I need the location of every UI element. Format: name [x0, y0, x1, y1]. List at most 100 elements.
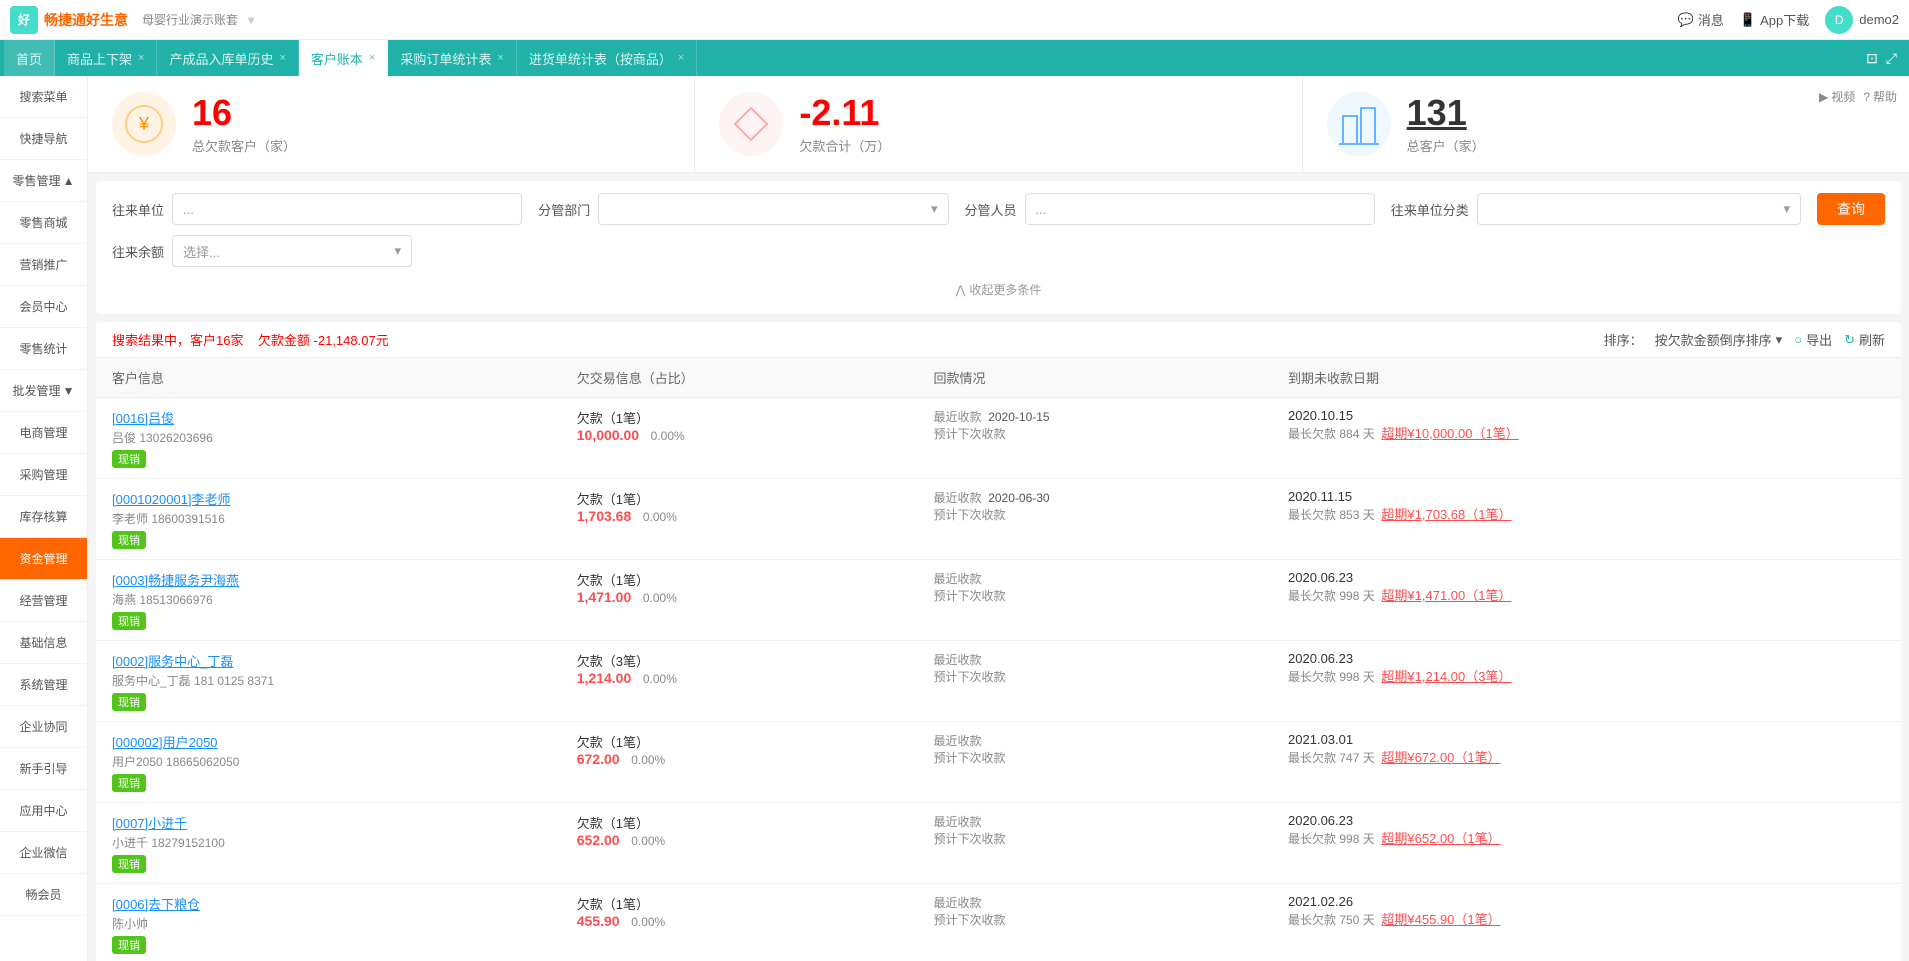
due-date-cell: 2020.11.15 最长欠款 853 天 超期¥1,703.68（1笔） [1272, 479, 1901, 560]
collapse-button[interactable]: ⋀ 收起更多条件 [112, 277, 1885, 302]
sidebar-item-vip-member[interactable]: 畅会员 [0, 874, 87, 916]
debt-percent: 0.00% [651, 429, 685, 443]
customer-name-link[interactable]: [0001020001]李老师 [112, 489, 545, 508]
stat-label-debt-total: 欠款合计（万） [799, 136, 890, 155]
overdue-link[interactable]: 超期¥1,471.00（1笔） [1381, 588, 1511, 603]
tab-home[interactable]: 首页 [4, 40, 55, 76]
sidebar-item-system[interactable]: 系统管理 [0, 664, 87, 706]
debt-amount-row: 1,471.00 0.00% [577, 589, 902, 605]
from-unit-input[interactable]: ... [172, 193, 522, 225]
sidebar-item-batch-mgmt[interactable]: 批发管理 ▼ [0, 370, 87, 412]
sidebar: 搜索菜单 快捷导航 零售管理 ▲ 零售商城 营销推广 会员中心 零售统计 批发管… [0, 76, 88, 961]
sort-button[interactable]: 按欠款金额倒序排序 ▾ [1655, 330, 1783, 349]
app-download-btn[interactable]: 📱 App下载 [1740, 10, 1809, 29]
sidebar-item-inventory[interactable]: 库存核算 [0, 496, 87, 538]
tab-customer-account[interactable]: 客户账本 × [299, 40, 388, 76]
last-collect: 最近收款 2020-06-30 [934, 489, 1257, 506]
close-icon[interactable]: × [138, 52, 144, 64]
table-row: [0001020001]李老师 李老师 18600391516 现销 欠款（1笔… [96, 479, 1901, 560]
close-icon[interactable]: × [678, 52, 684, 64]
person-input[interactable]: ... [1025, 193, 1375, 225]
col-customer-info: 客户信息 [96, 358, 561, 398]
balance-placeholder: 选择... [183, 242, 220, 261]
sidebar-item-marketing[interactable]: 营销推广 [0, 244, 87, 286]
stat-label-total-customers: 总客户（家） [1407, 136, 1485, 155]
data-table: 客户信息 欠交易信息（占比） 回款情况 到期未收款日期 [0016]吕俊 吕俊 … [96, 358, 1901, 961]
customer-name-link[interactable]: [0016]吕俊 [112, 408, 545, 427]
sidebar-item-retail-mgmt[interactable]: 零售管理 ▲ [0, 160, 87, 202]
debt-info-cell: 欠款（1笔） 1,471.00 0.00% [561, 560, 918, 641]
sidebar-item-ecommerce[interactable]: 电商管理 [0, 412, 87, 454]
person-dots: ... [1036, 202, 1047, 217]
balance-select[interactable]: 选择... ▾ [172, 235, 412, 267]
maximize-icon[interactable]: ⤢ [1886, 50, 1897, 67]
close-icon[interactable]: × [369, 52, 375, 64]
last-collect: 最近收款 2020-10-15 [934, 408, 1257, 425]
tab-purchase-order[interactable]: 采购订单统计表 × [388, 40, 516, 76]
next-collect: 预计下次收款 [934, 668, 1257, 685]
sidebar-item-quick-nav[interactable]: 快捷导航 [0, 118, 87, 160]
customer-info-cell: [0007]小进千 小进千 18279152100 现销 [96, 803, 561, 884]
avatar: D [1825, 6, 1853, 34]
stat-info-debt-total: -2.11 欠款合计（万） [799, 93, 890, 156]
overdue-link[interactable]: 超期¥455.90（1笔） [1381, 912, 1500, 927]
customer-name-link[interactable]: [0003]畅捷服务尹海燕 [112, 570, 545, 589]
overdue-link[interactable]: 超期¥10,000.00（1笔） [1381, 426, 1518, 441]
dept-select[interactable]: ▾ [598, 193, 948, 225]
customer-name-link[interactable]: [0006]去下粮仓 [112, 894, 545, 913]
tab-product-history[interactable]: 产成品入库单历史 × [157, 40, 298, 76]
overdue-link[interactable]: 超期¥652.00（1笔） [1381, 831, 1500, 846]
dropdown-icon[interactable]: ▾ [248, 13, 254, 27]
sidebar-item-retail-stats[interactable]: 零售统计 [0, 328, 87, 370]
close-icon[interactable]: × [497, 52, 503, 64]
customer-contact: 吕俊 13026203696 [112, 429, 545, 446]
tab-bar-actions: ⊡ ⤢ [1866, 50, 1905, 67]
help-btn[interactable]: ? 帮助 [1863, 88, 1897, 105]
due-date-cell: 2020.06.23 最长欠款 998 天 超期¥1,471.00（1笔） [1272, 560, 1901, 641]
summary-debt-amount: 欠款金额 -21,148.07元 [258, 333, 389, 348]
export-button[interactable]: ○ 导出 [1794, 330, 1832, 349]
message-btn[interactable]: 💬 消息 [1678, 10, 1724, 29]
sidebar-item-operations[interactable]: 经营管理 [0, 580, 87, 622]
sidebar-item-app-center[interactable]: 应用中心 [0, 790, 87, 832]
top-bar-right: 💬 消息 📱 App下载 D demo2 [1678, 6, 1899, 34]
sidebar-item-retail-store[interactable]: 零售商城 [0, 202, 87, 244]
refresh-button[interactable]: ↻ 刷新 [1844, 330, 1885, 349]
sidebar-item-basic-info[interactable]: 基础信息 [0, 622, 87, 664]
debt-info-cell: 欠款（1笔） 1,703.68 0.00% [561, 479, 918, 560]
overdue-link[interactable]: 超期¥1,703.68（1笔） [1381, 507, 1511, 522]
due-date: 2021.02.26 [1288, 894, 1885, 909]
last-collect: 最近收款 [934, 570, 1257, 587]
customer-contact: 服务中心_丁磊 181 0125 8371 [112, 672, 545, 689]
customer-name-link[interactable]: [0007]小进千 [112, 813, 545, 832]
close-icon[interactable]: × [279, 52, 285, 64]
unit-category-select[interactable]: ▾ [1477, 193, 1801, 225]
last-collect: 最近收款 [934, 732, 1257, 749]
search-button[interactable]: 查询 [1817, 193, 1885, 225]
customer-contact: 李老师 18600391516 [112, 510, 545, 527]
stat-icon-building [1327, 92, 1391, 156]
tab-purchase-stats[interactable]: 进货单统计表（按商品） × [517, 40, 697, 76]
sidebar-item-new-guide[interactable]: 新手引导 [0, 748, 87, 790]
user-menu[interactable]: D demo2 [1825, 6, 1899, 34]
sidebar-item-enterprise-wechat[interactable]: 企业微信 [0, 832, 87, 874]
debt-amount: 1,471.00 [577, 589, 632, 605]
debt-percent: 0.00% [631, 834, 665, 848]
sidebar-item-member-center[interactable]: 会员中心 [0, 286, 87, 328]
stat-debt-total: -2.11 欠款合计（万） [695, 76, 1302, 172]
restore-icon[interactable]: ⊡ [1866, 50, 1878, 67]
sidebar-item-enterprise-collab[interactable]: 企业协同 [0, 706, 87, 748]
customer-name-link[interactable]: [0002]服务中心_丁磊 [112, 651, 545, 670]
sidebar-item-finance[interactable]: 资金管理 [0, 538, 87, 580]
sidebar-item-search-menu[interactable]: 搜索菜单 [0, 76, 87, 118]
customer-name-link[interactable]: [000002]用户2050 [112, 732, 545, 751]
sidebar-item-purchase-mgmt[interactable]: 采购管理 [0, 454, 87, 496]
overdue-link[interactable]: 超期¥672.00（1笔） [1381, 750, 1500, 765]
collection-cell: 最近收款 预计下次收款 [918, 722, 1273, 803]
tab-products-on-off[interactable]: 商品上下架 × [55, 40, 157, 76]
collection-cell: 最近收款 2020-06-30 预计下次收款 [918, 479, 1273, 560]
video-btn[interactable]: ▶ 视频 [1819, 88, 1855, 105]
customer-tag: 现销 [112, 531, 146, 549]
overdue-link[interactable]: 超期¥1,214.00（3笔） [1381, 669, 1511, 684]
due-date-cell: 2021.03.01 最长欠款 747 天 超期¥672.00（1笔） [1272, 722, 1901, 803]
